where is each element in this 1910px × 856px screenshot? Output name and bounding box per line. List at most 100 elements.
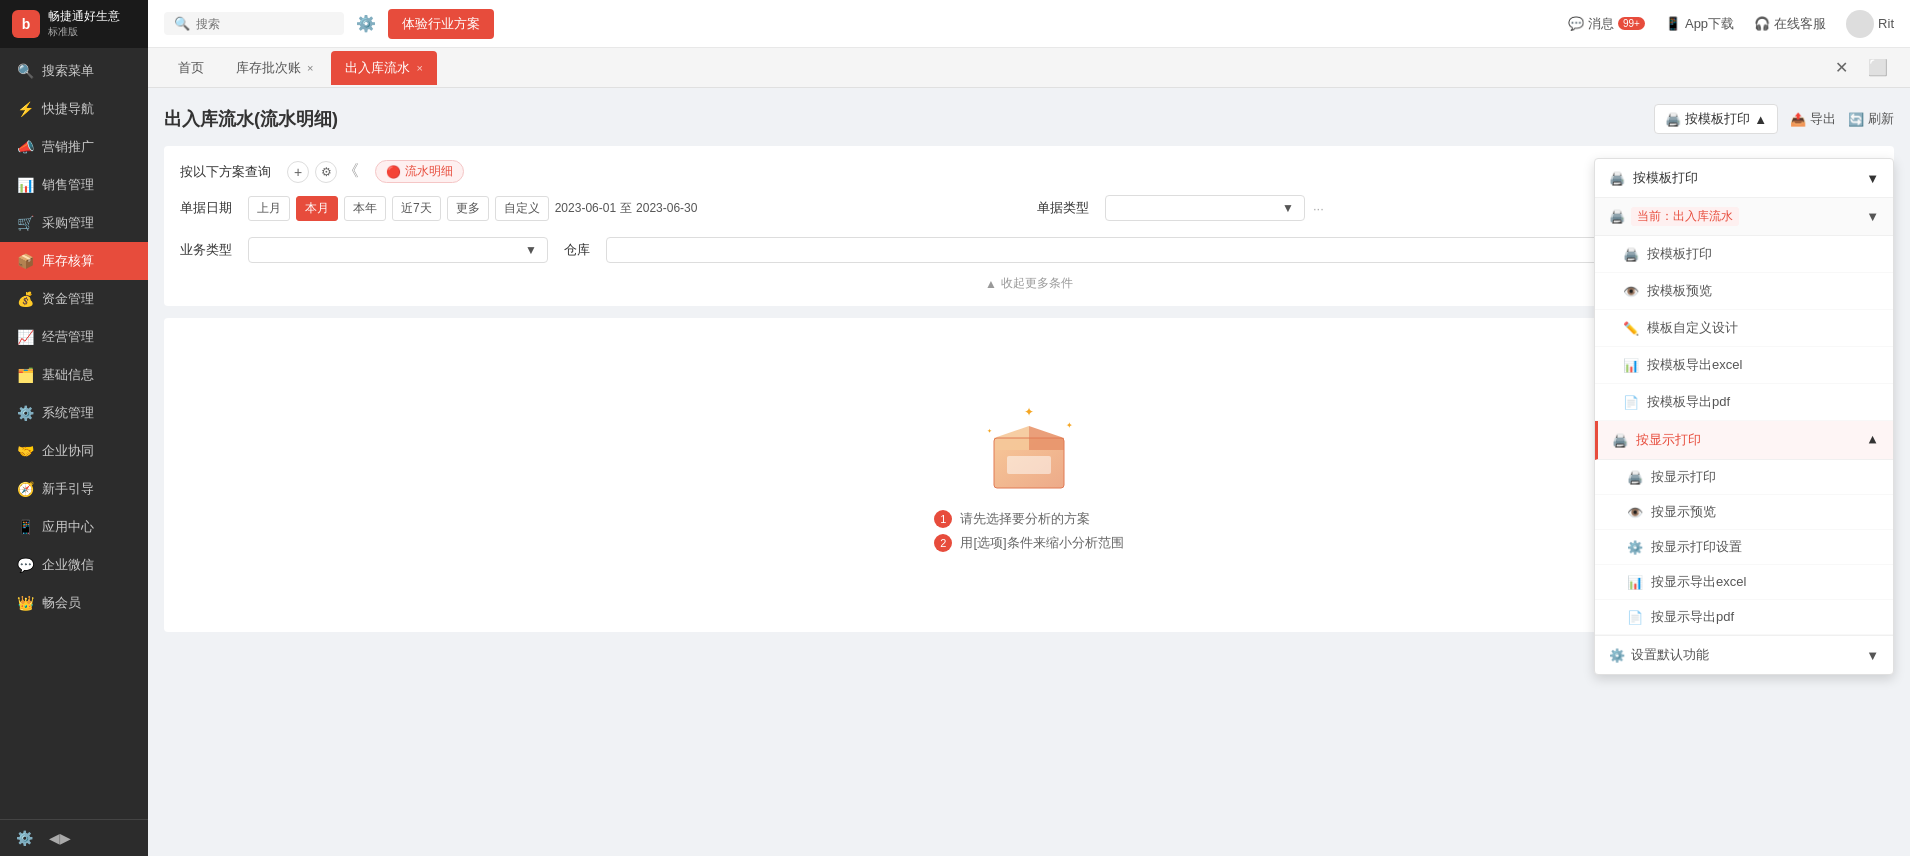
- print-template-chevron: ▲: [1754, 112, 1767, 127]
- sidebar-item-guide[interactable]: 🧭新手引导: [0, 470, 148, 508]
- app-download-label: App下载: [1685, 15, 1734, 33]
- filter-collapse-btn[interactable]: 《: [343, 161, 359, 182]
- message-btn[interactable]: 💬 消息 99+: [1568, 15, 1645, 33]
- quick-nav-icon: ⚡: [16, 101, 34, 117]
- refresh-btn[interactable]: 🔄 刷新: [1848, 110, 1894, 128]
- sidebar-item-wechat[interactable]: 💬 企业微信: [0, 546, 148, 584]
- date-this-month-btn[interactable]: 本月: [296, 196, 338, 221]
- dropdown-item-display-print-settings[interactable]: ⚙️ 按显示打印设置: [1595, 530, 1893, 565]
- template-print-item-icon: 🖨️: [1623, 247, 1639, 262]
- display-excel-icon: 📊: [1627, 575, 1643, 590]
- warehouse-select[interactable]: ···: [606, 237, 1728, 263]
- sidebar-item-enterprise[interactable]: 🤝企业协同: [0, 432, 148, 470]
- tab-batch-account-close[interactable]: ×: [307, 62, 313, 74]
- tab-maximize-btn[interactable]: ⬜: [1862, 56, 1894, 79]
- wechat-label: 企业微信: [42, 556, 94, 574]
- date-end[interactable]: 2023-06-30: [636, 201, 697, 215]
- step-2-text: 用[选项]条件来缩小分析范围: [960, 534, 1123, 552]
- finance-icon: 💰: [16, 291, 34, 307]
- warehouse-label: 仓库: [564, 241, 590, 259]
- business-type-select[interactable]: ▼: [248, 237, 548, 263]
- tab-flow-close[interactable]: ×: [416, 62, 422, 74]
- page-header-actions: 🖨️ 按模板打印 ▲ 📤 导出 🔄 刷新: [1654, 104, 1894, 134]
- display-print-settings-icon: ⚙️: [1627, 540, 1643, 555]
- business-type-label: 业务类型: [180, 241, 232, 259]
- svg-rect-4: [1007, 456, 1051, 474]
- print-template-btn[interactable]: 🖨️ 按模板打印 ▲: [1654, 104, 1778, 134]
- app-download-btn[interactable]: 📱 App下载: [1665, 15, 1734, 33]
- svg-text:✦: ✦: [987, 428, 992, 434]
- dropdown-item-template-pdf[interactable]: 📄 按模板导出pdf: [1595, 384, 1893, 421]
- print-template-icon: 🖨️: [1665, 112, 1681, 127]
- sidebar-item-sales[interactable]: 📊销售管理: [0, 166, 148, 204]
- sidebar: b 畅捷通好生意 标准版 🔍搜索菜单⚡快捷导航📣营销推广📊销售管理🛒采购管理📦库…: [0, 0, 148, 856]
- empty-step-2: 2 用[选项]条件来缩小分析范围: [934, 534, 1123, 552]
- dropdown-item-display-preview[interactable]: 👁️ 按显示预览: [1595, 495, 1893, 530]
- tab-close-window-btn[interactable]: ✕: [1829, 56, 1854, 79]
- dropdown-item-template-print[interactable]: 🖨️ 按模板打印: [1595, 236, 1893, 273]
- filter-settings-icon-btn[interactable]: ⚙: [315, 161, 337, 183]
- template-print-header-label: 按模板打印: [1633, 169, 1698, 187]
- sidebar-item-purchase[interactable]: 🛒采购管理: [0, 204, 148, 242]
- date-last-7-days-btn[interactable]: 近7天: [392, 196, 441, 221]
- sidebar-footer: ⚙️ ◀▶: [0, 819, 148, 856]
- tab-batch-account[interactable]: 库存批次账 ×: [222, 51, 327, 85]
- sidebar-item-member[interactable]: 👑畅会员: [0, 584, 148, 622]
- doc-type-more-icon[interactable]: ···: [1313, 201, 1324, 216]
- sidebar-item-app-center[interactable]: 📱应用中心: [0, 508, 148, 546]
- step-1-num: 1: [934, 510, 952, 528]
- tab-home[interactable]: 首页: [164, 51, 218, 85]
- filter-add-btn[interactable]: +: [287, 161, 309, 183]
- topbar-gear-icon[interactable]: ⚙️: [356, 14, 376, 33]
- guide-label: 新手引导: [42, 480, 94, 498]
- sidebar-item-basic[interactable]: 🗂️基础信息: [0, 356, 148, 394]
- tab-flow[interactable]: 出入库流水 ×: [331, 51, 436, 85]
- collapse-icon[interactable]: ◀▶: [49, 830, 71, 846]
- topbar-search-container: 🔍: [164, 12, 344, 35]
- sidebar-item-quick-nav[interactable]: ⚡ 快捷导航: [0, 90, 148, 128]
- quick-nav-label: 快捷导航: [42, 100, 94, 118]
- template-print-section-header[interactable]: 🖨️ 按模板打印 ▼: [1595, 159, 1893, 198]
- display-print-section-header[interactable]: 🖨️ 按显示打印 ▼: [1595, 421, 1893, 460]
- tab-batch-account-label: 库存批次账: [236, 59, 301, 77]
- doc-type-select[interactable]: ▼: [1105, 195, 1305, 221]
- purchase-label: 采购管理: [42, 214, 94, 232]
- basic-icon: 🗂️: [16, 367, 34, 383]
- doc-type-chevron: ▼: [1282, 201, 1294, 215]
- dropdown-item-display-pdf[interactable]: 📄 按显示导出pdf: [1595, 600, 1893, 635]
- date-more-btn[interactable]: 更多: [447, 196, 489, 221]
- sidebar-item-finance[interactable]: 💰资金管理: [0, 280, 148, 318]
- collapse-up-icon: ▲: [985, 277, 997, 291]
- sidebar-item-operation[interactable]: 📈经营管理: [0, 318, 148, 356]
- dropdown-footer[interactable]: ⚙️ 设置默认功能 ▼: [1595, 635, 1893, 674]
- main-area: 🔍 ⚙️ 体验行业方案 💬 消息 99+ 📱 App下载 🎧 在线客服 Rit: [148, 0, 1910, 856]
- filter-chip[interactable]: 🔴 流水明细: [375, 160, 464, 183]
- date-last-month-btn[interactable]: 上月: [248, 196, 290, 221]
- template-print-sublabel-row[interactable]: 🖨️ 当前：出入库流水 ▼: [1595, 198, 1893, 236]
- sidebar-item-marketing[interactable]: 📣营销推广: [0, 128, 148, 166]
- service-label: 在线客服: [1774, 15, 1826, 33]
- service-btn[interactable]: 🎧 在线客服: [1754, 15, 1826, 33]
- search-input[interactable]: [196, 17, 326, 31]
- trial-btn[interactable]: 体验行业方案: [388, 9, 494, 39]
- date-custom-btn[interactable]: 自定义: [495, 196, 549, 221]
- export-btn[interactable]: 📤 导出: [1790, 110, 1836, 128]
- dropdown-item-template-preview[interactable]: 👁️ 按模板预览: [1595, 273, 1893, 310]
- template-preview-label: 按模板预览: [1647, 282, 1712, 300]
- dropdown-item-template-custom[interactable]: ✏️ 模板自定义设计: [1595, 310, 1893, 347]
- dropdown-item-display-print[interactable]: 🖨️ 按显示打印: [1595, 460, 1893, 495]
- user-profile[interactable]: Rit: [1846, 10, 1894, 38]
- date-start[interactable]: 2023-06-01: [555, 201, 616, 215]
- date-range-sep: 至: [620, 200, 632, 217]
- wechat-icon: 💬: [16, 557, 34, 573]
- dropdown-item-template-excel[interactable]: 📊 按模板导出excel: [1595, 347, 1893, 384]
- sidebar-item-system[interactable]: ⚙️系统管理: [0, 394, 148, 432]
- sidebar-item-search[interactable]: 🔍搜索菜单: [0, 52, 148, 90]
- sidebar-item-inventory[interactable]: 📦库存核算: [0, 242, 148, 280]
- date-this-year-btn[interactable]: 本年: [344, 196, 386, 221]
- svg-text:✦: ✦: [1024, 405, 1034, 419]
- settings-icon[interactable]: ⚙️: [16, 830, 33, 846]
- filter-chip-label: 流水明细: [405, 163, 453, 180]
- date-input-range: 2023-06-01 至 2023-06-30: [555, 200, 698, 217]
- dropdown-item-display-excel[interactable]: 📊 按显示导出excel: [1595, 565, 1893, 600]
